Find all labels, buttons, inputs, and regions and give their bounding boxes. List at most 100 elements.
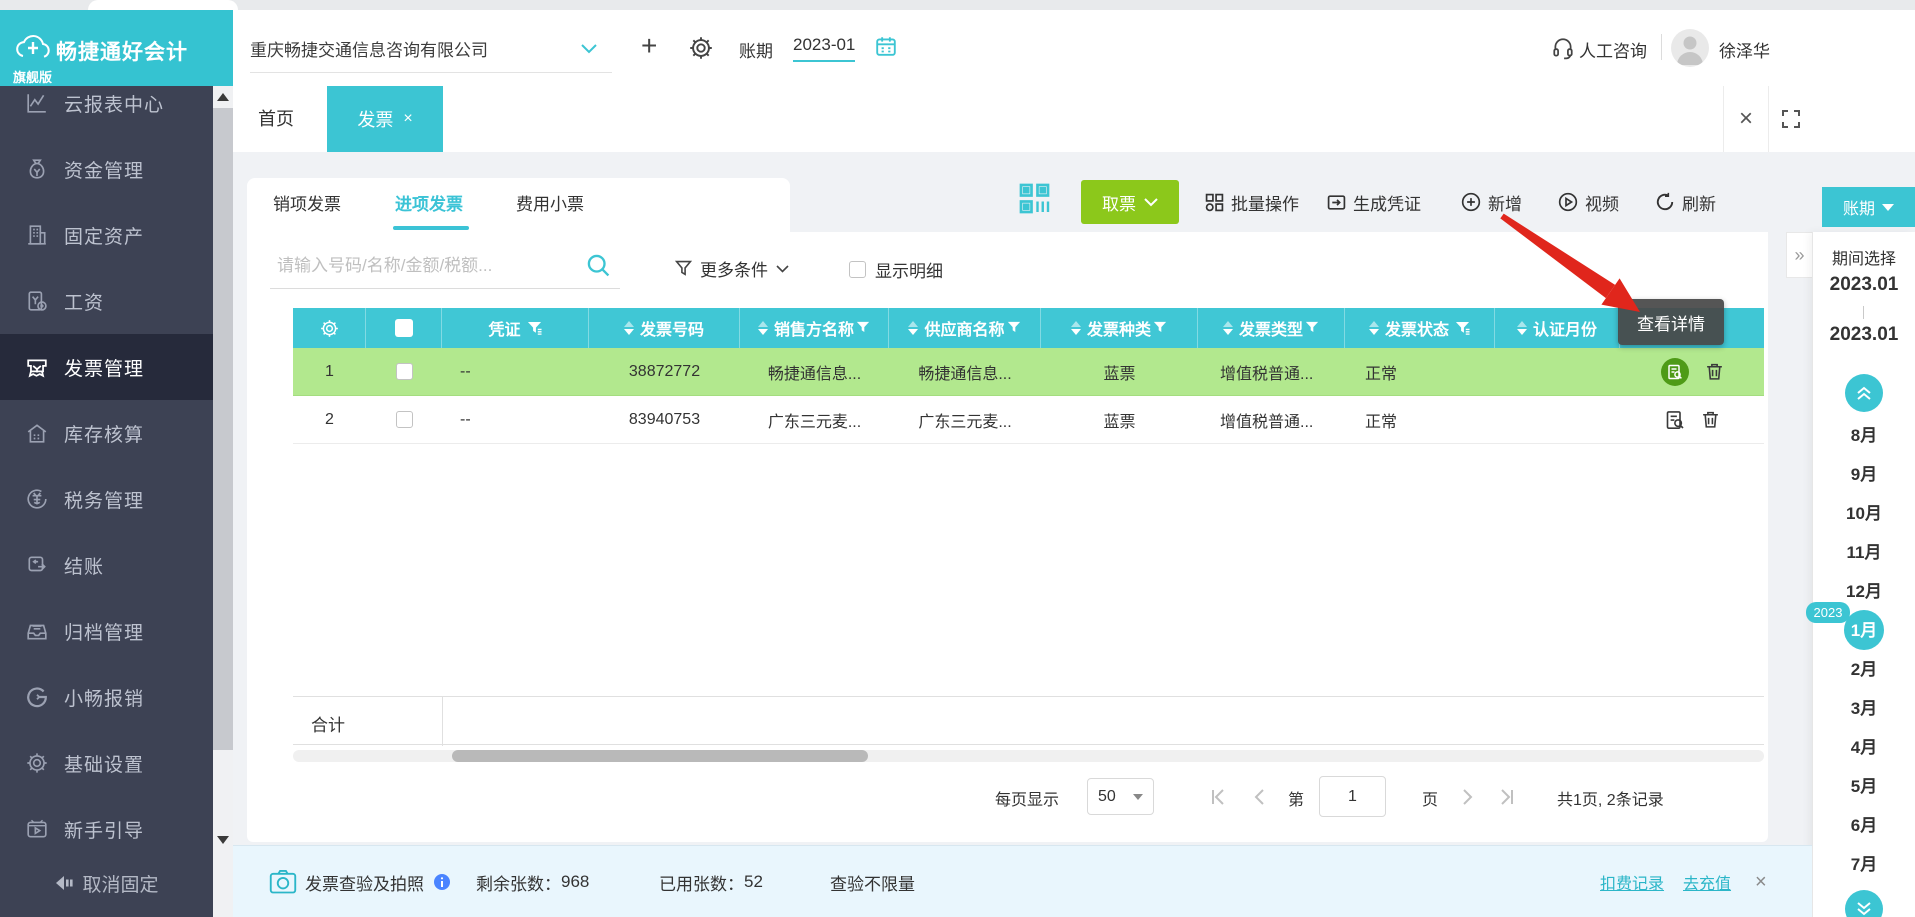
subtab-purchase-invoice[interactable]: 进项发票 (395, 178, 463, 232)
header-invoice-no[interactable]: 发票号码 (589, 308, 740, 348)
month-item[interactable]: 10月 (1813, 494, 1915, 533)
next-page-icon[interactable] (1458, 788, 1476, 806)
scrollbar-thumb[interactable] (213, 108, 233, 750)
batch-actions-button[interactable]: 批量操作 (1205, 182, 1299, 222)
row-checkbox[interactable] (395, 411, 413, 428)
username[interactable]: 徐泽华 (1719, 37, 1770, 62)
show-detail-checkbox[interactable] (849, 261, 866, 278)
sidebar-item-closing[interactable]: 结账 (0, 532, 213, 598)
search-icon[interactable] (585, 252, 611, 278)
scroll-months-down-button[interactable] (1845, 890, 1883, 917)
header-seller[interactable]: 销售方名称 (740, 308, 889, 348)
support-link[interactable]: 人工咨询 (1579, 37, 1647, 62)
month-item[interactable]: 2月 (1813, 650, 1915, 689)
select-all-header[interactable] (366, 308, 442, 348)
sort-icon[interactable] (757, 321, 768, 335)
header-supplier[interactable]: 供应商名称 (889, 308, 1041, 348)
qr-scan-icon[interactable] (1018, 182, 1054, 218)
month-item[interactable]: 3月 (1813, 689, 1915, 728)
info-icon[interactable] (433, 846, 451, 917)
table-row[interactable]: 1 -- 38872772 畅捷通信息... 畅捷通信息... 蓝票 增值税普通… (293, 348, 1764, 396)
month-item[interactable]: 8月 (1813, 416, 1915, 455)
table-row[interactable]: 2 -- 83940753 广东三元麦... 广东三元麦... 蓝票 增值税普通… (293, 396, 1764, 444)
sidebar-item-inventory[interactable]: 库存核算 (0, 400, 213, 466)
month-item[interactable]: 7月 (1813, 845, 1915, 884)
recharge-link[interactable]: 去充值 (1683, 846, 1731, 917)
period-to[interactable]: 2023.01 (1813, 324, 1915, 346)
prev-page-icon[interactable] (1251, 788, 1269, 806)
sidebar-item-invoice[interactable]: 发票管理 (0, 334, 213, 400)
sidebar-item-reimburse[interactable]: 小畅报销 (0, 664, 213, 730)
month-item[interactable]: 9月 (1813, 455, 1915, 494)
tab-invoice[interactable]: 发票 × (327, 86, 443, 152)
sidebar-unpin[interactable]: 取消固定 (0, 861, 213, 905)
scroll-months-up-button[interactable] (1845, 374, 1883, 412)
sort-icon[interactable] (908, 321, 919, 335)
sidebar-item-salary[interactable]: 工资 (0, 268, 213, 334)
last-page-icon[interactable] (1498, 788, 1516, 806)
fee-record-link[interactable]: 扣费记录 (1600, 846, 1664, 917)
month-item[interactable]: 4月 (1813, 728, 1915, 767)
tab-close-icon[interactable]: × (403, 110, 412, 128)
row-checkbox[interactable] (395, 363, 413, 380)
month-item[interactable]: 11月 (1813, 533, 1915, 572)
sidebar-item-settings[interactable]: 基础设置 (0, 730, 213, 796)
filter-icon[interactable] (527, 321, 542, 336)
sidebar-item-fixed-assets[interactable]: 固定资产 (0, 202, 213, 268)
filter-icon[interactable] (856, 321, 870, 335)
sort-icon[interactable] (1368, 321, 1379, 335)
sidebar-scrollbar[interactable] (213, 86, 233, 917)
header-voucher[interactable]: 凭证 (442, 308, 589, 348)
header-invoice-kind[interactable]: 发票种类 (1041, 308, 1198, 348)
horizontal-scrollbar-thumb[interactable] (452, 750, 868, 762)
select-all-checkbox[interactable] (394, 319, 413, 337)
period-from[interactable]: 2023.01 (1813, 274, 1915, 296)
company-selector[interactable]: 重庆畅捷交通信息咨询有限公司 (250, 36, 488, 61)
header-invoice-status[interactable]: 发票状态 (1345, 308, 1495, 348)
subtab-sales-invoice[interactable]: 销项发票 (273, 178, 341, 232)
filter-icon[interactable] (1153, 321, 1167, 335)
sidebar-item-cloud-report[interactable]: 云报表中心 (0, 86, 213, 136)
view-detail-button[interactable] (1665, 410, 1685, 430)
collapse-panel-button[interactable]: » (1786, 232, 1813, 278)
per-page-select[interactable]: 50 (1087, 778, 1154, 815)
page-number-input[interactable] (1319, 776, 1386, 817)
more-filters-button[interactable]: 更多条件 (675, 256, 789, 281)
settings-gear-icon[interactable] (689, 36, 713, 60)
first-page-icon[interactable] (1209, 788, 1227, 806)
subtab-expense-ticket[interactable]: 费用小票 (516, 178, 584, 232)
search-input[interactable] (277, 256, 577, 276)
period-panel-button[interactable]: 账期 (1822, 187, 1915, 227)
add-account-icon[interactable]: + (641, 30, 657, 62)
sidebar-item-archive[interactable]: 归档管理 (0, 598, 213, 664)
sidebar-item-funds[interactable]: 资金管理 (0, 136, 213, 202)
month-item[interactable]: 5月 (1813, 767, 1915, 806)
filter-icon[interactable] (1305, 321, 1319, 335)
generate-voucher-button[interactable]: 生成凭证 (1327, 182, 1421, 222)
chevron-down-icon[interactable] (581, 44, 597, 54)
tab-home[interactable]: 首页 (258, 86, 294, 152)
delete-button[interactable] (1705, 362, 1724, 381)
fullscreen-button[interactable] (1768, 86, 1813, 152)
sort-icon[interactable] (623, 321, 634, 335)
close-bottom-bar-icon[interactable]: × (1755, 846, 1767, 917)
refresh-button[interactable]: 刷新 (1655, 182, 1716, 222)
sort-icon[interactable] (1070, 321, 1081, 335)
period-value[interactable]: 2023-01 (793, 35, 856, 62)
fetch-invoice-button[interactable]: 取票 (1081, 180, 1179, 224)
close-workspace-button[interactable]: × (1724, 86, 1768, 152)
view-detail-button[interactable] (1660, 357, 1689, 386)
sidebar-item-tax[interactable]: 税务管理 (0, 466, 213, 532)
sort-icon[interactable] (1222, 321, 1233, 335)
delete-button[interactable] (1701, 410, 1720, 429)
headset-icon[interactable] (1551, 36, 1575, 60)
scroll-up-arrow-icon[interactable] (217, 93, 229, 101)
header-invoice-type[interactable]: 发票类型 (1198, 308, 1345, 348)
scroll-down-arrow-icon[interactable] (217, 836, 229, 844)
avatar[interactable] (1671, 29, 1709, 67)
column-settings-header[interactable] (293, 308, 366, 348)
month-item[interactable]: 6月 (1813, 806, 1915, 845)
calendar-icon[interactable] (875, 35, 897, 57)
filter-icon[interactable] (1007, 321, 1021, 335)
horizontal-scrollbar[interactable] (293, 750, 1764, 762)
